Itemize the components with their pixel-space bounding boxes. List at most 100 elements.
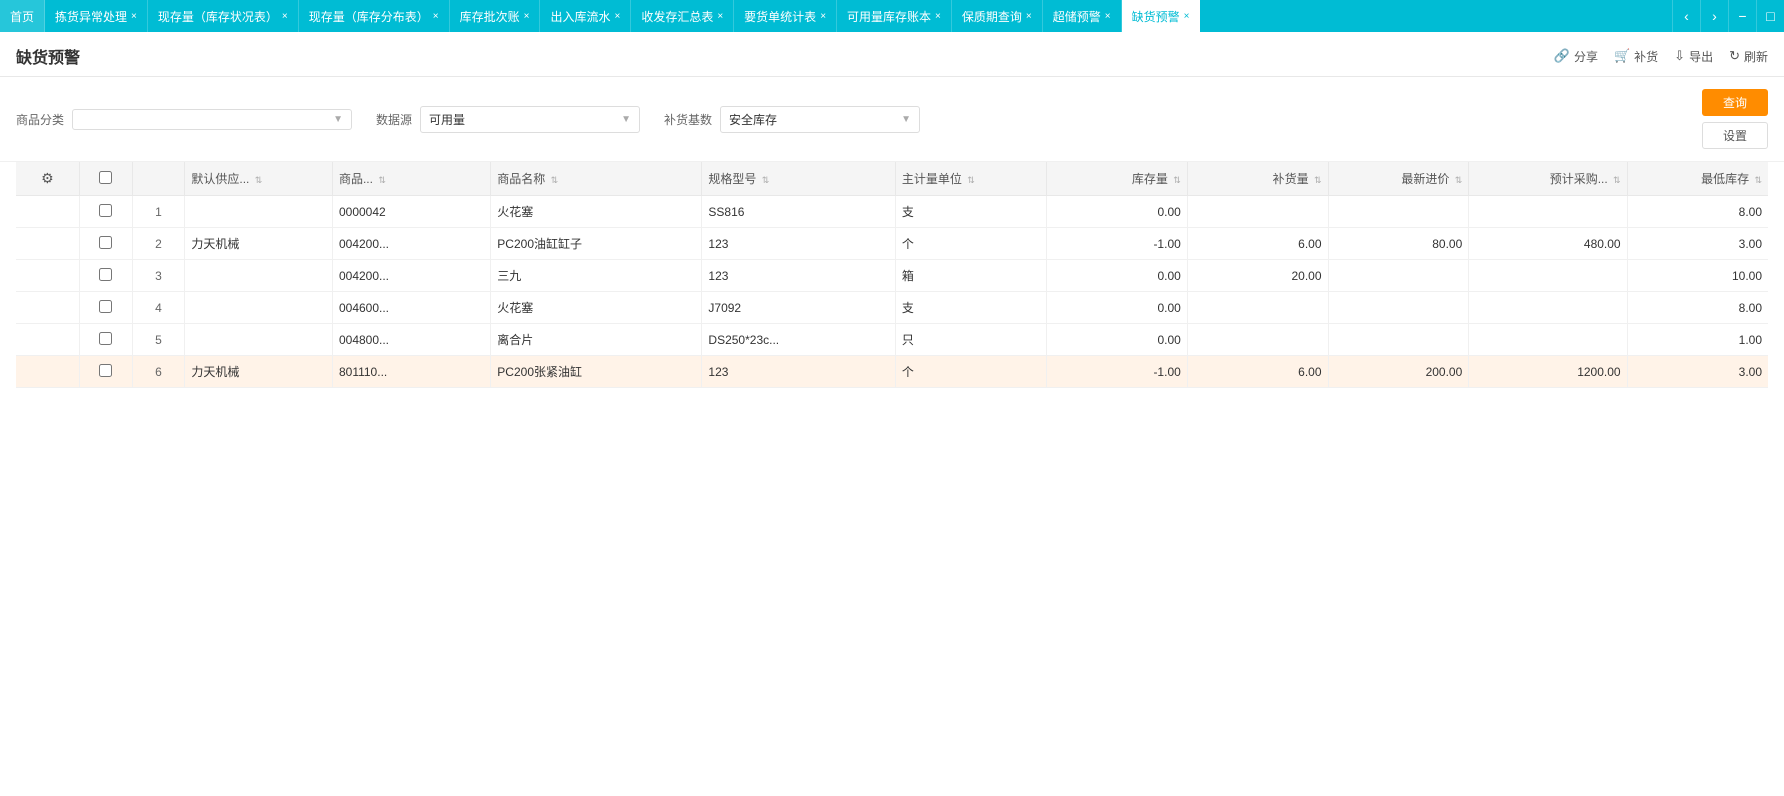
row-unit: 支	[895, 292, 1046, 324]
share-icon: 🔗	[1554, 48, 1570, 64]
row-name: 火花塞	[491, 292, 702, 324]
nav-tab-close-inventory-dist[interactable]: ×	[433, 11, 439, 22]
row-checkbox-2[interactable]	[99, 268, 112, 281]
row-name: 火花塞	[491, 196, 702, 228]
th-spec[interactable]: 规格型号 ⇅	[702, 162, 896, 196]
row-checkbox-cell[interactable]	[79, 260, 132, 292]
nav-tab-label-shortage: 缺货预警	[1132, 8, 1180, 25]
nav-tab-exception[interactable]: 拣货异常处理×	[45, 0, 148, 32]
datasource-dropdown-icon: ▼	[621, 114, 631, 125]
nav-tab-overstock[interactable]: 超储预警×	[1043, 0, 1122, 32]
category-select[interactable]: ▼	[72, 109, 352, 130]
th-replenish-label: 补货量	[1273, 172, 1309, 186]
row-min-stock: 8.00	[1627, 196, 1768, 228]
nav-tab-inout-flow[interactable]: 出入库流水×	[540, 0, 631, 32]
settings-button[interactable]: 设置	[1702, 122, 1768, 149]
replenish-button[interactable]: 🛒 补货	[1614, 48, 1658, 65]
row-checkbox-cell[interactable]	[79, 196, 132, 228]
row-supplier	[185, 196, 333, 228]
th-min-stock[interactable]: 最低库存 ⇅	[1627, 162, 1768, 196]
row-spec: 123	[702, 228, 896, 260]
row-gear-cell	[16, 356, 79, 388]
nav-tab-inventory-status[interactable]: 现存量（库存状况表）×	[148, 0, 299, 32]
nav-tab-home[interactable]: 首页	[0, 0, 45, 32]
nav-tab-close-expiry[interactable]: ×	[1026, 11, 1032, 22]
nav-tab-close-available-ledger[interactable]: ×	[935, 11, 941, 22]
data-table: ⚙ 默认供应... ⇅ 商品... ⇅ 商品名称	[16, 162, 1768, 388]
row-est-purchase	[1469, 196, 1627, 228]
nav-tab-close-shortage[interactable]: ×	[1184, 11, 1190, 22]
nav-arrow-right[interactable]: ›	[1700, 0, 1728, 32]
replenish-basis-select[interactable]: 安全库存 ▼	[720, 106, 920, 133]
nav-arrow-left[interactable]: ‹	[1672, 0, 1700, 32]
row-replenish-qty: 6.00	[1187, 356, 1328, 388]
nav-tab-expiry[interactable]: 保质期查询×	[952, 0, 1043, 32]
replenish-basis-filter-group: 补货基数 安全库存 ▼	[664, 106, 920, 133]
datasource-select[interactable]: 可用量 ▼	[420, 106, 640, 133]
table-row: 6 力天机械 801110... PC200张紧油缸 123 个 -1.00 6…	[16, 356, 1768, 388]
th-replenish-qty[interactable]: 补货量 ⇅	[1187, 162, 1328, 196]
th-product-name[interactable]: 商品名称 ⇅	[491, 162, 702, 196]
export-button[interactable]: ⇩ 导出	[1674, 48, 1713, 65]
row-checkbox-3[interactable]	[99, 300, 112, 313]
nav-tab-recv-summary[interactable]: 收发存汇总表 ×	[631, 0, 734, 32]
nav-tab-batch-account[interactable]: 库存批次账×	[450, 0, 541, 32]
nav-maximize-btn[interactable]: □	[1756, 0, 1784, 32]
row-checkbox-cell[interactable]	[79, 292, 132, 324]
row-checkbox-4[interactable]	[99, 332, 112, 345]
row-unit: 个	[895, 228, 1046, 260]
refresh-button[interactable]: ↻ 刷新	[1729, 48, 1768, 65]
th-latest-price[interactable]: 最新进价 ⇅	[1328, 162, 1469, 196]
row-min-stock: 10.00	[1627, 260, 1768, 292]
th-est-purchase-label: 预计采购...	[1550, 172, 1608, 186]
select-all-checkbox[interactable]	[99, 171, 112, 184]
nav-tab-close-inout-flow[interactable]: ×	[614, 11, 620, 22]
nav-tab-close-recv-summary[interactable]: ×	[717, 11, 723, 22]
row-supplier	[185, 260, 333, 292]
row-name: 三九	[491, 260, 702, 292]
nav-tab-label-recv-summary: 收发存汇总表	[641, 8, 713, 25]
nav-tab-demand-stats[interactable]: 要货单统计表×	[734, 0, 837, 32]
row-checkbox-cell[interactable]	[79, 324, 132, 356]
nav-tab-close-overstock[interactable]: ×	[1105, 11, 1111, 22]
nav-tab-shortage[interactable]: 缺货预警 ×	[1122, 0, 1201, 32]
share-button[interactable]: 🔗 分享	[1554, 48, 1598, 65]
row-min-stock: 3.00	[1627, 356, 1768, 388]
row-supplier: 力天机械	[185, 356, 333, 388]
row-checkbox-0[interactable]	[99, 204, 112, 217]
table-container: ⚙ 默认供应... ⇅ 商品... ⇅ 商品名称	[0, 162, 1784, 388]
th-product-code[interactable]: 商品... ⇅	[332, 162, 490, 196]
th-unit[interactable]: 主计量单位 ⇅	[895, 162, 1046, 196]
table-header-row: ⚙ 默认供应... ⇅ 商品... ⇅ 商品名称	[16, 162, 1768, 196]
th-est-purchase[interactable]: 预计采购... ⇅	[1469, 162, 1627, 196]
th-default-supplier[interactable]: 默认供应... ⇅	[185, 162, 333, 196]
row-checkbox-5[interactable]	[99, 364, 112, 377]
row-stock: -1.00	[1047, 356, 1188, 388]
nav-tab-label-home: 首页	[10, 8, 34, 25]
nav-tab-close-demand-stats[interactable]: ×	[820, 11, 826, 22]
th-stock[interactable]: 库存量 ⇅	[1047, 162, 1188, 196]
row-gear-cell	[16, 324, 79, 356]
nav-tab-inventory-dist[interactable]: 现存量（库存分布表）×	[299, 0, 450, 32]
row-number: 4	[132, 292, 185, 324]
sort-code-icon: ⇅	[378, 175, 386, 185]
th-checkbox[interactable]	[79, 162, 132, 196]
row-code: 004200...	[332, 260, 490, 292]
row-checkbox-cell[interactable]	[79, 228, 132, 260]
row-replenish-qty: 6.00	[1187, 228, 1328, 260]
row-checkbox-cell[interactable]	[79, 356, 132, 388]
row-checkbox-1[interactable]	[99, 236, 112, 249]
query-button[interactable]: 查询	[1702, 89, 1768, 116]
nav-tab-close-batch-account[interactable]: ×	[524, 11, 530, 22]
th-gear[interactable]: ⚙	[16, 162, 79, 196]
gear-icon[interactable]: ⚙	[41, 170, 54, 186]
nav-tab-available-ledger[interactable]: 可用量库存账本×	[837, 0, 952, 32]
row-replenish-qty: 20.00	[1187, 260, 1328, 292]
sort-min-stock-icon: ⇅	[1754, 175, 1762, 185]
nav-tab-close-exception[interactable]: ×	[131, 11, 137, 22]
row-latest-price	[1328, 260, 1469, 292]
th-row-num	[132, 162, 185, 196]
nav-minimize-btn[interactable]: −	[1728, 0, 1756, 32]
table-row: 3 004200... 三九 123 箱 0.00 20.00 10.00	[16, 260, 1768, 292]
nav-tab-close-inventory-status[interactable]: ×	[282, 11, 288, 22]
